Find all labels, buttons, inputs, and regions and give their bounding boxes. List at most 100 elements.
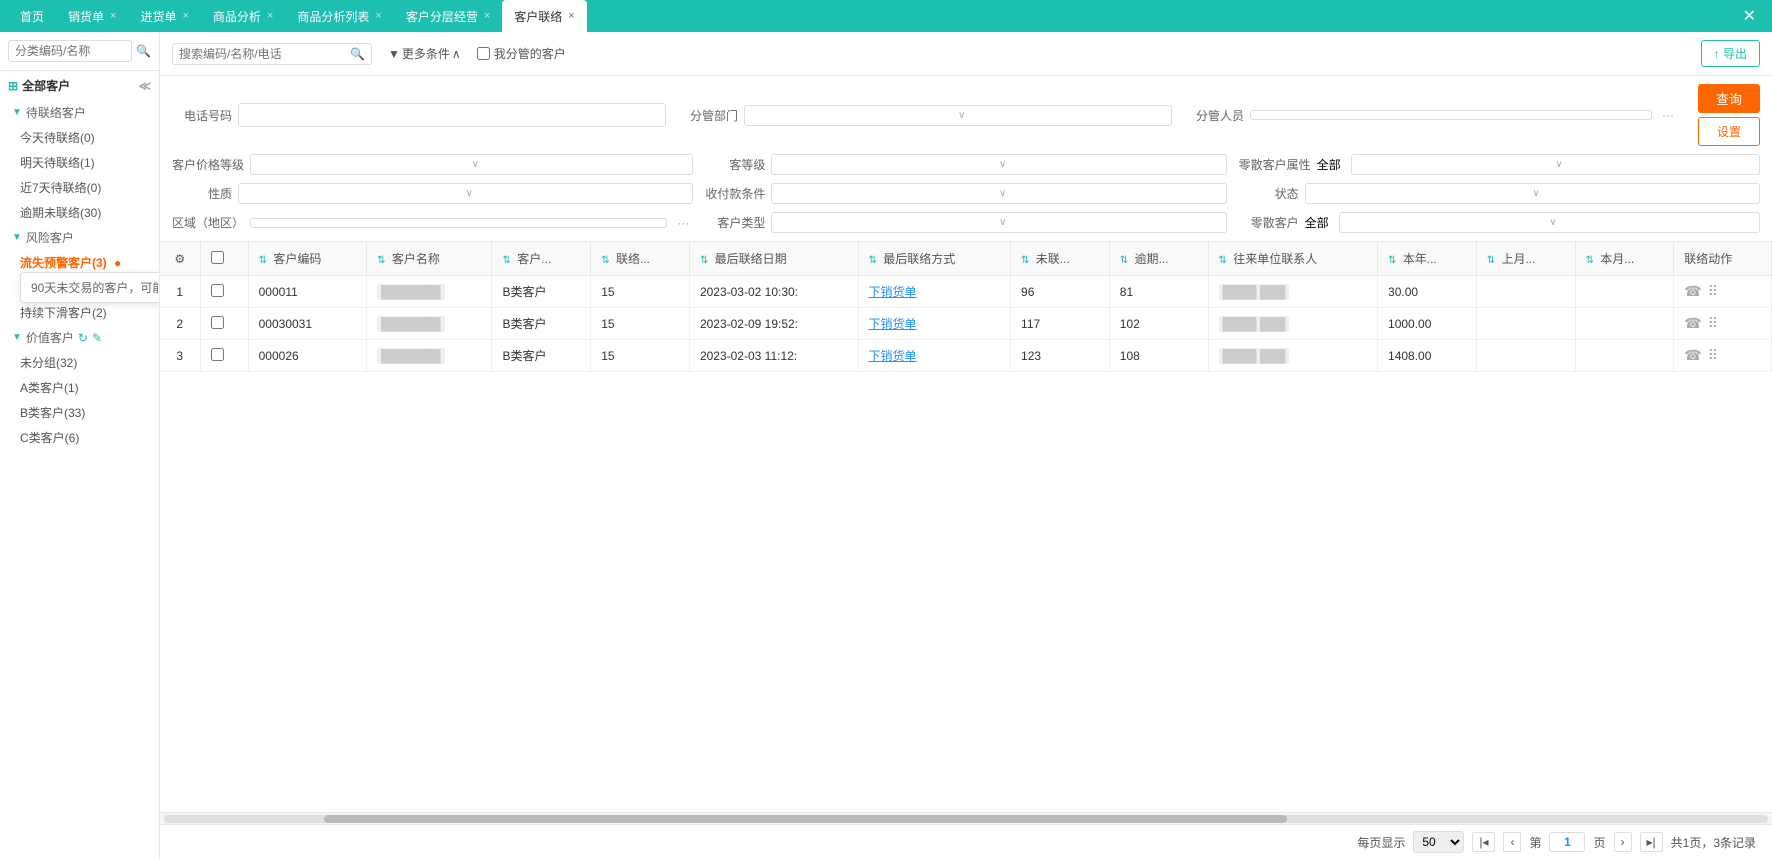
my-customers-checkbox-label[interactable]: 我分管的客户	[477, 45, 566, 62]
th-settings[interactable]: ⚙	[160, 242, 200, 276]
th-name[interactable]: ⇅ 客户名称	[367, 242, 492, 276]
filter-person-dots[interactable]: ···	[1658, 108, 1678, 122]
last-method-link[interactable]: 下销货单	[869, 349, 917, 363]
action-contact-icon[interactable]: ☎	[1684, 283, 1701, 300]
last-method-link[interactable]: 下销货单	[869, 317, 917, 331]
chevron-up-icon: ∧	[452, 47, 461, 61]
select-all-checkbox[interactable]	[211, 251, 224, 264]
tab-customer-contact-close[interactable]: ×	[568, 10, 574, 22]
sidebar-group-value[interactable]: ▼ 价值客户 ↻ ✎	[0, 325, 159, 350]
th-code[interactable]: ⇅ 客户编码	[248, 242, 367, 276]
tab-sales[interactable]: 销货单 ×	[56, 0, 128, 32]
filter-nature-select[interactable]: ∨	[238, 183, 693, 204]
th-no-contact[interactable]: ⇅ 未联...	[1011, 242, 1110, 276]
value-group-refresh[interactable]: ↻	[78, 331, 88, 345]
window-close-button[interactable]: ✕	[1735, 6, 1764, 26]
sidebar-group-risk[interactable]: ▼ 风险客户	[0, 225, 159, 250]
settings-button[interactable]: 设置	[1698, 117, 1760, 146]
next-page-button[interactable]: ›	[1614, 832, 1632, 852]
filter-level-select[interactable]: ∨	[771, 154, 1226, 175]
filter-price-select[interactable]: ∨	[250, 154, 693, 175]
tab-customer-tier[interactable]: 客户分层经营 ×	[394, 0, 502, 32]
sidebar-search-icon[interactable]: 🔍	[136, 44, 151, 58]
th-cust-type[interactable]: ⇅ 客户...	[492, 242, 591, 276]
value-group-edit[interactable]: ✎	[92, 331, 102, 345]
row-this-month	[1575, 276, 1674, 308]
sidebar-item-7days[interactable]: 近7天待联络(0)	[0, 175, 159, 200]
tab-analysis-list[interactable]: 商品分析列表 ×	[285, 0, 393, 32]
export-button[interactable]: ↑ 导出	[1701, 40, 1760, 67]
sidebar-search-input[interactable]	[8, 40, 132, 62]
my-customers-checkbox[interactable]	[477, 47, 490, 60]
filter-dept-select[interactable]: ∨	[744, 105, 1172, 126]
row-last-method[interactable]: 下销货单	[858, 308, 1011, 340]
sidebar-item-class-b[interactable]: B类客户(33)	[0, 400, 159, 425]
row-checkbox[interactable]	[200, 308, 248, 340]
tab-purchase-close[interactable]: ×	[182, 10, 188, 22]
sidebar-item-today[interactable]: 今天待联络(0)	[0, 125, 159, 150]
sidebar-item-ungrouped[interactable]: 未分组(32)	[0, 350, 159, 375]
more-conditions-button[interactable]: ▼ 更多条件 ∧	[380, 41, 469, 66]
horizontal-scrollbar[interactable]	[160, 812, 1772, 824]
tab-customer-tier-close[interactable]: ×	[484, 10, 490, 22]
tab-purchase[interactable]: 进货单 ×	[128, 0, 200, 32]
page-number-input[interactable]	[1549, 832, 1585, 852]
filter-payment-select[interactable]: ∨	[771, 183, 1226, 204]
th-this-month[interactable]: ⇅ 本月...	[1575, 242, 1674, 276]
filter-region-dots[interactable]: ···	[673, 216, 693, 230]
filter-phone-input[interactable]	[238, 103, 666, 127]
table-row: 2 00030031 ███████ B类客户 15 2023-02-09 19…	[160, 308, 1772, 340]
filter-person-select[interactable]	[1250, 110, 1652, 120]
th-overdue[interactable]: ⇅ 逾期...	[1109, 242, 1208, 276]
th-contact[interactable]: ⇅ 联络...	[591, 242, 690, 276]
sidebar-item-tomorrow[interactable]: 明天待联络(1)	[0, 150, 159, 175]
last-page-button[interactable]: ▸|	[1640, 832, 1663, 852]
row-checkbox[interactable]	[200, 276, 248, 308]
prev-page-button[interactable]: ‹	[1503, 832, 1521, 852]
sidebar-group-pending[interactable]: ▼ 待联络客户	[0, 100, 159, 125]
sidebar-all-customers[interactable]: ⊞ 全部客户 ≪	[0, 71, 159, 100]
row-select-checkbox[interactable]	[211, 284, 224, 297]
th-last-method[interactable]: ⇅ 最后联络方式	[858, 242, 1011, 276]
th-last-date[interactable]: ⇅ 最后联络日期	[689, 242, 858, 276]
sidebar-item-class-a[interactable]: A类客户(1)	[0, 375, 159, 400]
filter-zero-attr-select[interactable]: ∨	[1351, 154, 1760, 175]
tab-analysis-close[interactable]: ×	[267, 10, 273, 22]
per-page-select[interactable]: 50 100	[1413, 831, 1464, 853]
toolbar-search-input[interactable]	[179, 47, 350, 61]
filter-cust-type-select[interactable]: ∨	[771, 212, 1226, 233]
row-last-method[interactable]: 下销货单	[858, 276, 1011, 308]
tab-sales-close[interactable]: ×	[110, 10, 116, 22]
row-last-date: 2023-02-03 11:12:	[689, 340, 858, 372]
th-last-month[interactable]: ⇅ 上月...	[1476, 242, 1575, 276]
tab-customer-contact[interactable]: 客户联络 ×	[502, 0, 586, 32]
settings-gear-icon[interactable]: ⚙	[174, 252, 185, 266]
sidebar-item-declining[interactable]: 持续下滑客户(2)	[0, 300, 159, 325]
row-last-method[interactable]: 下销货单	[858, 340, 1011, 372]
action-more-icon[interactable]: ⠿	[1708, 347, 1718, 364]
sidebar-item-class-c[interactable]: C类客户(6)	[0, 425, 159, 450]
th-checkbox[interactable]	[200, 242, 248, 276]
action-contact-icon[interactable]: ☎	[1684, 347, 1701, 364]
row-no-contact: 117	[1011, 308, 1110, 340]
row-select-checkbox[interactable]	[211, 348, 224, 361]
row-select-checkbox[interactable]	[211, 316, 224, 329]
toolbar-search-icon[interactable]: 🔍	[350, 47, 365, 61]
filter-region-select[interactable]	[250, 218, 667, 228]
query-button[interactable]: 查询	[1698, 84, 1760, 113]
last-method-link[interactable]: 下销货单	[869, 285, 917, 299]
filter-status-select[interactable]: ∨	[1305, 183, 1760, 204]
tab-analysis-list-close[interactable]: ×	[375, 10, 381, 22]
action-contact-icon[interactable]: ☎	[1684, 315, 1701, 332]
th-contact-person[interactable]: ⇅ 往来单位联系人	[1208, 242, 1378, 276]
filter-zero-cust-select[interactable]: ∨	[1339, 212, 1760, 233]
tab-home[interactable]: 首页	[8, 0, 56, 32]
action-more-icon[interactable]: ⠿	[1708, 315, 1718, 332]
row-checkbox[interactable]	[200, 340, 248, 372]
action-more-icon[interactable]: ⠿	[1708, 283, 1718, 300]
th-this-year[interactable]: ⇅ 本年...	[1378, 242, 1477, 276]
row-code: 000011	[248, 276, 367, 308]
first-page-button[interactable]: |◂	[1472, 832, 1495, 852]
tab-analysis[interactable]: 商品分析 ×	[201, 0, 285, 32]
sidebar-item-overdue[interactable]: 逾期未联络(30)	[0, 200, 159, 225]
